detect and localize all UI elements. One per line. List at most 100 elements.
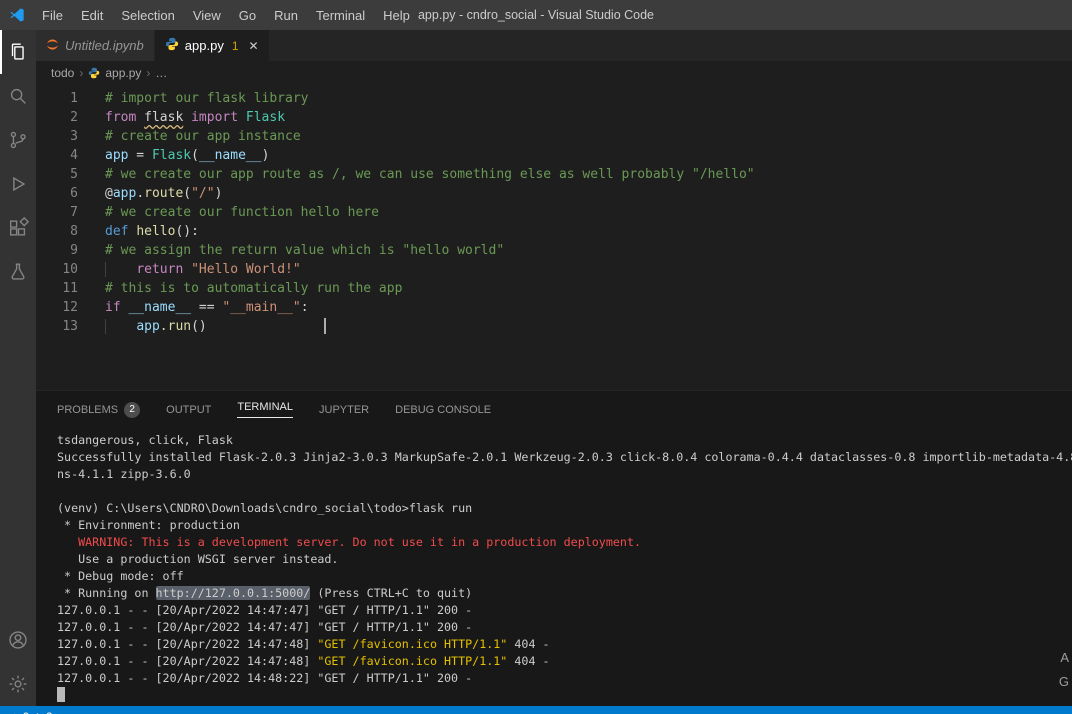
terminal-segment: WARNING: This is a development server. D… [57,535,641,549]
code-token: ) [262,148,270,163]
code-token: # import our flask library [105,91,309,106]
python-icon [88,67,100,79]
code-token: __name__ [199,148,262,163]
search-icon[interactable] [0,74,36,118]
breadcrumb-symbol[interactable]: … [155,66,167,80]
line-number: 13 [36,317,78,336]
code-token: Flask [152,148,191,163]
line-number: 10 [36,260,78,279]
code-token: : [301,300,309,315]
code-token: "/" [191,186,214,201]
editor-lines: 1# import our flask library2from flask i… [36,89,1072,336]
tab-label: Untitled.ipynb [65,38,144,53]
panel-tab-bar: PROBLEMS 2 OUTPUT TERMINAL JUPYTER DEBUG… [36,391,1072,426]
terminal-segment: 404 - [507,637,549,651]
menu-help[interactable]: Help [374,8,419,23]
code-text: return "Hello World!" [105,260,301,279]
line-number: 3 [36,127,78,146]
code-text: app.run() [105,317,326,336]
terminal-line: * Running on http://127.0.0.1:5000/ (Pre… [57,585,1072,602]
error-count: 0 [23,710,30,714]
chevron-right-icon: › [146,66,150,80]
code-token: (): [175,224,198,239]
line-number: 9 [36,241,78,260]
activity-bar [0,30,36,706]
tab-terminal[interactable]: TERMINAL [237,391,293,426]
problems-status[interactable]: ⊘ 0 ⚠ 2 [10,710,53,714]
terminal-line: 127.0.0.1 - - [20/Apr/2022 14:47:47] "GE… [57,619,1072,636]
code-token: return [136,262,191,277]
code-token: def [105,224,136,239]
menu-view[interactable]: View [184,8,230,23]
code-line: 7# we create our function hello here [36,203,1072,222]
terminal-output[interactable]: tsdangerous, click, FlaskSuccessfully in… [36,426,1072,706]
line-number: 12 [36,298,78,317]
code-token: route [144,186,183,201]
terminal-line: 127.0.0.1 - - [20/Apr/2022 14:47:47] "GE… [57,602,1072,619]
explorer-icon[interactable] [0,30,36,74]
terminal-segment: Use a production WSGI server instead. [57,552,338,566]
tab-label: app.py [185,38,224,53]
terminal-segment: * Environment: production [57,518,240,532]
source-control-icon[interactable] [0,118,36,162]
line-number: 1 [36,89,78,108]
menu-selection[interactable]: Selection [112,8,183,23]
menu-file[interactable]: File [33,8,72,23]
code-token: app [105,148,128,163]
vscode-logo-icon [9,7,25,23]
panel-tab-label: PROBLEMS [57,404,118,416]
code-token: # we create our app route as /, we can u… [105,167,755,182]
menu-go[interactable]: Go [230,8,265,23]
tab-problems[interactable]: PROBLEMS 2 [57,391,140,426]
code-text: # we create our app route as /, we can u… [105,165,755,184]
breadcrumb-folder[interactable]: todo [51,66,74,80]
code-editor[interactable]: 1# import our flask library2from flask i… [36,85,1072,390]
account-icon[interactable] [0,618,36,662]
terminal-line: 127.0.0.1 - - [20/Apr/2022 14:48:22] "GE… [57,670,1072,687]
close-tab-icon[interactable]: ✕ [249,39,259,53]
line-number: 4 [36,146,78,165]
menu-terminal[interactable]: Terminal [307,8,374,23]
code-token: "Hello World!" [191,262,301,277]
code-token: "__main__" [222,300,300,315]
terminal-line: ns-4.1.1 zipp-3.6.0 [57,466,1072,483]
tab-jupyter[interactable]: JUPYTER [319,391,369,426]
tab-app-py[interactable]: app.py 1 ✕ [155,30,269,61]
status-bar: ⊘ 0 ⚠ 2 [0,706,1072,714]
terminal-line: 127.0.0.1 - - [20/Apr/2022 14:47:48] "GE… [57,653,1072,670]
settings-gear-icon[interactable] [0,662,36,706]
testing-icon[interactable] [0,250,36,294]
code-token: ( [191,148,199,163]
code-text: app = Flask(__name__) [105,146,269,165]
tab-debug-console[interactable]: DEBUG CONSOLE [395,391,491,426]
terminal-line: * Environment: production [57,517,1072,534]
code-token: # this is to automatically run the app [105,281,402,296]
panel-tab-label: OUTPUT [166,404,211,416]
jupyter-icon [46,38,59,54]
panel-tab-label: DEBUG CONSOLE [395,404,491,416]
code-line: 13 app.run() [36,317,1072,336]
terminal-segment: http://127.0.0.1:5000/ [156,586,311,600]
extensions-icon[interactable] [0,206,36,250]
editor-cursor [324,318,326,334]
menu-run[interactable]: Run [265,8,307,23]
warning-count: 2 [46,710,53,714]
tab-output[interactable]: OUTPUT [166,391,211,426]
run-debug-icon[interactable] [0,162,36,206]
breadcrumb-file[interactable]: app.py [105,66,141,80]
menu-bar: File Edit Selection View Go Run Terminal… [33,8,419,23]
menu-edit[interactable]: Edit [72,8,112,23]
terminal-segment: "GET /favicon.ico HTTP/1.1" [317,654,507,668]
code-text: # we assign the return value which is "h… [105,241,504,260]
code-line: 12if __name__ == "__main__": [36,298,1072,317]
terminal-segment: 127.0.0.1 - - [20/Apr/2022 14:47:47] "GE… [57,603,472,617]
code-token: app [113,186,136,201]
tab-untitled-ipynb[interactable]: Untitled.ipynb [36,30,155,61]
bottom-panel: PROBLEMS 2 OUTPUT TERMINAL JUPYTER DEBUG… [36,390,1072,706]
code-token [105,319,136,334]
code-token: () [191,319,207,334]
code-token: import [183,110,246,125]
code-text: @app.route("/") [105,184,222,203]
terminal-cursor [57,687,65,702]
code-token: . [136,186,144,201]
